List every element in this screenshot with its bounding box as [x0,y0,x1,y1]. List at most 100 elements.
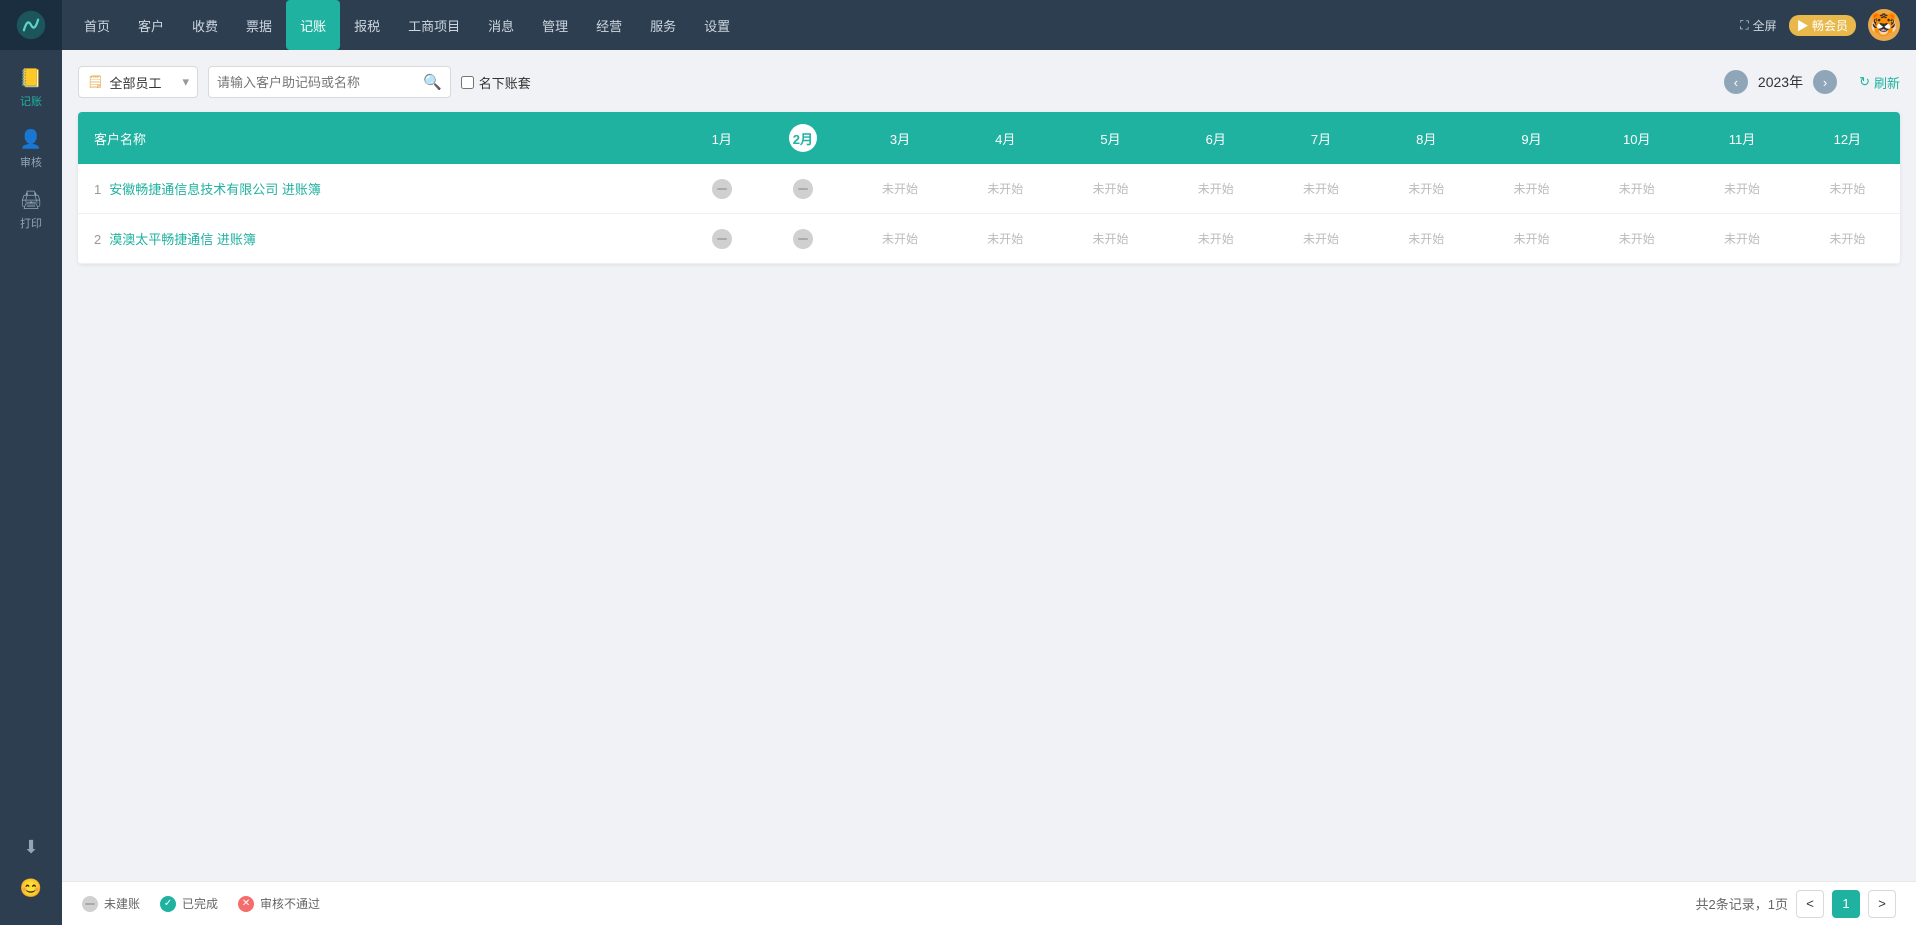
company-name: 漠澳太平畅捷通信 [109,232,213,247]
month-cell-1 [685,164,758,214]
status-not-started: 未开始 [1829,182,1865,196]
nav-item-消息[interactable]: 消息 [474,0,528,50]
status-not-started: 未开始 [1198,232,1234,246]
status-not-started: 未开始 [1829,232,1865,246]
nav-item-收费[interactable]: 收费 [178,0,232,50]
nav-item-经营[interactable]: 经营 [582,0,636,50]
accounts-table: 客户名称1月2月3月4月5月6月7月8月9月10月11月12月 1安徽畅捷通信息… [78,112,1900,264]
month-cell-4: 未开始 [953,164,1058,214]
page-1-btn[interactable]: 1 [1832,890,1860,918]
sidebar-item-打印[interactable]: 🖨打印 [20,180,43,241]
prev-page-btn[interactable]: < [1796,890,1824,918]
nav-item-客户[interactable]: 客户 [124,0,178,50]
nav-item-首页[interactable]: 首页 [70,0,124,50]
status-not-started: 未开始 [1303,182,1339,196]
month-cell-5: 未开始 [1058,164,1163,214]
table-row: 1安徽畅捷通信息技术有限公司 进账簿未开始未开始未开始未开始未开始未开始未开始未… [78,164,1900,214]
company-name: 安徽畅捷通信息技术有限公司 [109,182,278,197]
table-row: 2漠澳太平畅捷通信 进账簿 未开始 未开始 未开始 未开始 未开始 未开始 未开始 未开始 未开始… [78,214,1900,264]
table-body: 1安徽畅捷通信息技术有限公司 进账簿未开始未开始未开始未开始未开始未开始未开始未… [78,164,1900,264]
enter-account-link[interactable]: 进账簿 [217,232,256,247]
nav-item-工商项目[interactable]: 工商项目 [394,0,474,50]
sidebar-icon-打印: 🖨 [20,190,43,211]
legend-not-started: 未建账 [82,895,140,912]
month-cell-9: 未开始 [1479,214,1584,264]
sidebar-item-记账[interactable]: 📒记账 [20,58,43,119]
fullscreen-btn[interactable]: ⛶ 全屏 [1740,17,1776,34]
vip-badge[interactable]: ▶ 畅会员 [1789,15,1856,36]
legend: 未建账 ✓ 已完成 ✕ 审核不通过 [82,895,320,912]
month-cell-9: 未开始 [1479,164,1584,214]
next-page-btn[interactable]: > [1868,890,1896,918]
col-header-7月: 7月 [1268,112,1373,164]
refresh-icon: ↻ [1859,74,1870,90]
download-icon: ⬇ [23,837,38,858]
month-cell-7: 未开始 [1268,164,1373,214]
employee-select[interactable]: 🗒 全部员工 ▾ [78,66,198,98]
col-header-2月: 2月 [758,112,847,164]
sidebar-items: 📒记账👤审核🖨打印 [20,58,43,241]
status-not-started: 未开始 [1303,232,1339,246]
nav-right: ⛶ 全屏 ▶ 畅会员 🐯 [1740,9,1916,41]
col-header-4月: 4月 [953,112,1058,164]
accounts-table-wrap: 客户名称1月2月3月4月5月6月7月8月9月10月11月12月 1安徽畅捷通信息… [78,112,1900,264]
nav-item-管理[interactable]: 管理 [528,0,582,50]
sidebar-support[interactable]: 😊 [0,868,62,909]
sidebar-icon-审核: 👤 [20,129,42,150]
legend-completed: ✓ 已完成 [160,895,218,912]
enter-account-link[interactable]: 进账簿 [282,182,321,197]
sidebar-icon-记账: 📒 [20,68,42,89]
month-cell-2 [758,164,847,214]
my-accounts-checkbox[interactable] [461,76,474,89]
user-avatar[interactable]: 🐯 [1868,9,1900,41]
status-not-started: 未开始 [1408,232,1444,246]
not-started-icon [82,896,98,912]
col-header-8月: 8月 [1374,112,1479,164]
month-cell-7: 未开始 [1268,214,1373,264]
month-cell-3: 未开始 [847,214,952,264]
col-header-12月: 12月 [1795,112,1900,164]
status-not-started: 未开始 [882,232,918,246]
top-nav: 首页客户收费票据记账报税工商项目消息管理经营服务设置 ⛶ 全屏 ▶ 畅会员 🐯 [0,0,1916,50]
fullscreen-icon: ⛶ [1740,18,1748,33]
sidebar-bottom: ⬇ 😊 [0,827,62,925]
avatar-icon: 🐯 [1870,12,1897,38]
sidebar-download[interactable]: ⬇ [0,827,62,868]
refresh-btn[interactable]: ↻ 刷新 [1859,73,1900,92]
search-input[interactable] [217,75,417,90]
search-wrap: 🔍 [208,66,451,98]
status-not-started: 未开始 [987,232,1023,246]
rejected-icon: ✕ [238,896,254,912]
search-icon[interactable]: 🔍 [423,73,442,91]
status-not-started: 未开始 [1619,232,1655,246]
month-cell-10: 未开始 [1584,164,1689,214]
month-cell-11: 未开始 [1689,164,1794,214]
nav-item-票据[interactable]: 票据 [232,0,286,50]
status-not-started: 未开始 [987,182,1023,196]
footer: 未建账 ✓ 已完成 ✕ 审核不通过 共2条记录，1页 < 1 > [62,881,1916,925]
sidebar-item-审核[interactable]: 👤审核 [20,119,43,180]
month-cell-2 [758,214,847,264]
month-cell-3: 未开始 [847,164,952,214]
status-not-started: 未开始 [1408,182,1444,196]
month-cell-11: 未开始 [1689,214,1794,264]
app-logo [0,0,62,50]
status-not-started: 未开始 [882,182,918,196]
prev-year-btn[interactable]: ‹ [1724,70,1748,94]
nav-item-报税[interactable]: 报税 [340,0,394,50]
nav-items: 首页客户收费票据记账报税工商项目消息管理经营服务设置 [70,0,744,50]
nav-item-设置[interactable]: 设置 [690,0,744,50]
nav-item-记账[interactable]: 记账 [286,0,340,50]
col-header-6月: 6月 [1163,112,1268,164]
next-year-btn[interactable]: › [1813,70,1837,94]
company-cell: 2漠澳太平畅捷通信 进账簿 [78,214,685,264]
status-not-started: 未开始 [1514,182,1550,196]
total-count: 共2条记录，1页 [1696,894,1788,913]
col-header-10月: 10月 [1584,112,1689,164]
nav-item-服务[interactable]: 服务 [636,0,690,50]
toolbar: 🗒 全部员工 ▾ 🔍 名下账套 ‹ 2023年 › ↻ 刷新 [78,66,1900,98]
completed-icon: ✓ [160,896,176,912]
col-header-3月: 3月 [847,112,952,164]
my-accounts-label[interactable]: 名下账套 [479,73,531,92]
status-not-started: 未开始 [1619,182,1655,196]
